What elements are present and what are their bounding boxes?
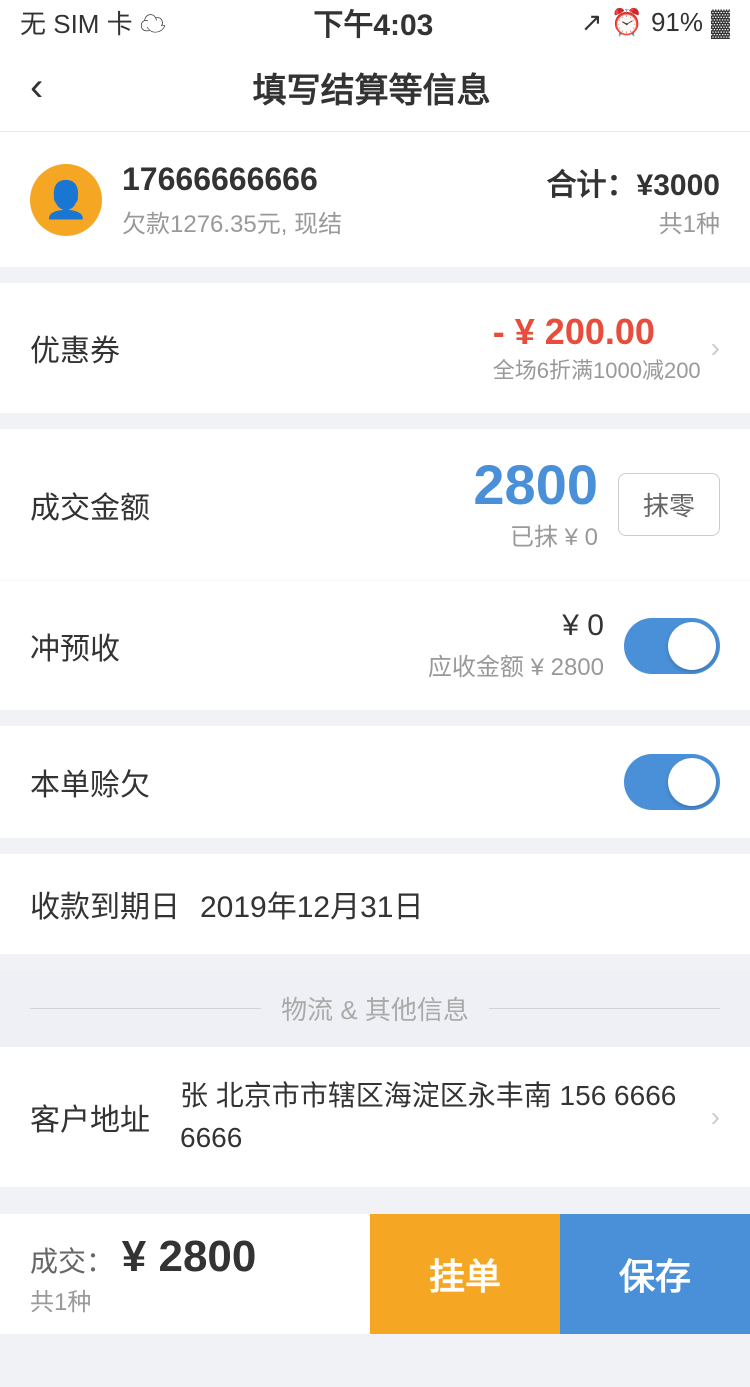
- customer-phone: 17666666666: [122, 161, 342, 198]
- main-content: 👤 17666666666 欠款1276.35元, 现结 合计：¥3000 共1…: [0, 132, 750, 1387]
- prepay-label: 冲预收: [30, 624, 120, 668]
- round-button[interactable]: 抹零: [618, 473, 720, 536]
- status-time: 下午4:03: [313, 0, 433, 44]
- address-value: 张 北京市市辖区海淀区永丰南 156 6666 6666: [180, 1075, 711, 1159]
- location-icon: ↗: [581, 7, 603, 38]
- coupon-row[interactable]: 优惠券 - ¥ 200.00 全场6折满1000减200 ›: [0, 283, 750, 413]
- sim-label: 无 SIM 卡 ☁: [20, 4, 166, 41]
- debt-toggle-knob: [668, 758, 716, 806]
- coupon-label: 优惠券: [30, 326, 120, 370]
- total-count: 共1种: [547, 204, 720, 239]
- save-button[interactable]: 保存: [560, 1214, 750, 1334]
- total-amount: 合计：¥3000: [547, 160, 720, 204]
- debt-toggle[interactable]: [624, 754, 720, 810]
- prepay-value-block: ¥ 0 应收金额 ¥ 2800: [428, 609, 604, 682]
- alarm-icon: ⏰: [611, 7, 643, 38]
- address-section[interactable]: 客户地址 张 北京市市辖区海淀区永丰南 156 6666 6666 ›: [0, 1047, 750, 1187]
- logistics-divider: 物流 & 其他信息: [0, 970, 750, 1047]
- bottom-deal-label: 成交：: [30, 1246, 114, 1277]
- customer-info: 17666666666 欠款1276.35元, 现结: [122, 161, 342, 239]
- hold-button[interactable]: 挂单: [370, 1214, 560, 1334]
- bottom-deal-row: 成交： ¥ 2800: [30, 1232, 340, 1282]
- amount-sub: 已抹 ¥ 0: [473, 517, 598, 552]
- bottom-count: 共1种: [30, 1282, 340, 1317]
- prepay-amount: ¥ 0: [562, 609, 604, 642]
- prepay-right: ¥ 0 应收金额 ¥ 2800: [428, 609, 720, 682]
- bottom-amount: ¥ 2800: [122, 1232, 257, 1281]
- status-bar: 无 SIM 卡 ☁ 下午4:03 ↗ ⏰ 91% ▓: [0, 0, 750, 44]
- prepay-toggle[interactable]: [624, 618, 720, 674]
- amount-right: 2800 已抹 ¥ 0 抹零: [473, 457, 720, 552]
- back-button[interactable]: ‹: [30, 65, 43, 110]
- status-left: 无 SIM 卡 ☁: [20, 4, 166, 41]
- customer-left: 👤 17666666666 欠款1276.35元, 现结: [30, 161, 342, 239]
- amount-row: 成交金额 2800 已抹 ¥ 0 抹零: [0, 429, 750, 581]
- amount-section: 成交金额 2800 已抹 ¥ 0 抹零 冲预收 ¥ 0 应收金额 ¥ 2800: [0, 429, 750, 710]
- debt-row: 本单赊欠: [0, 726, 750, 838]
- bottom-info: 成交： ¥ 2800 共1种: [0, 1232, 370, 1317]
- battery-label: 91%: [651, 7, 703, 38]
- customer-card: 👤 17666666666 欠款1276.35元, 现结 合计：¥3000 共1…: [0, 132, 750, 267]
- coupon-value: - ¥ 200.00: [493, 311, 655, 352]
- due-date: 2019年12月31日: [200, 882, 423, 926]
- bottom-bar: 成交： ¥ 2800 共1种 挂单 保存: [0, 1214, 750, 1334]
- prepay-row: 冲预收 ¥ 0 应收金额 ¥ 2800: [0, 581, 750, 710]
- debt-section: 本单赊欠: [0, 726, 750, 838]
- prepay-sub: 应收金额 ¥ 2800: [428, 647, 604, 682]
- avatar-icon: 👤: [44, 179, 89, 221]
- debt-label: 本单赊欠: [30, 760, 150, 804]
- coupon-right: - ¥ 200.00 全场6折满1000减200 ›: [493, 311, 720, 385]
- due-label: 收款到期日: [30, 882, 180, 926]
- address-label: 客户地址: [30, 1095, 150, 1139]
- address-chevron-icon: ›: [711, 1101, 720, 1133]
- page-title: 填写结算等信息: [63, 63, 680, 112]
- divider-line-right: [489, 1008, 720, 1009]
- logistics-label: 物流 & 其他信息: [261, 990, 489, 1027]
- toggle-knob: [668, 622, 716, 670]
- amount-value: 2800: [473, 453, 598, 516]
- customer-debt: 欠款1276.35元, 现结: [122, 204, 342, 239]
- customer-total: 合计：¥3000 共1种: [547, 160, 720, 239]
- amount-label: 成交金额: [30, 483, 150, 527]
- nav-bar: ‹ 填写结算等信息: [0, 44, 750, 132]
- divider-line-left: [30, 1008, 261, 1009]
- coupon-desc: 全场6折满1000减200: [493, 353, 701, 385]
- battery-icon: ▓: [711, 7, 730, 38]
- avatar: 👤: [30, 164, 102, 236]
- due-row: 收款到期日 2019年12月31日: [0, 854, 750, 954]
- coupon-chevron-icon: ›: [711, 332, 720, 364]
- status-right: ↗ ⏰ 91% ▓: [581, 7, 730, 38]
